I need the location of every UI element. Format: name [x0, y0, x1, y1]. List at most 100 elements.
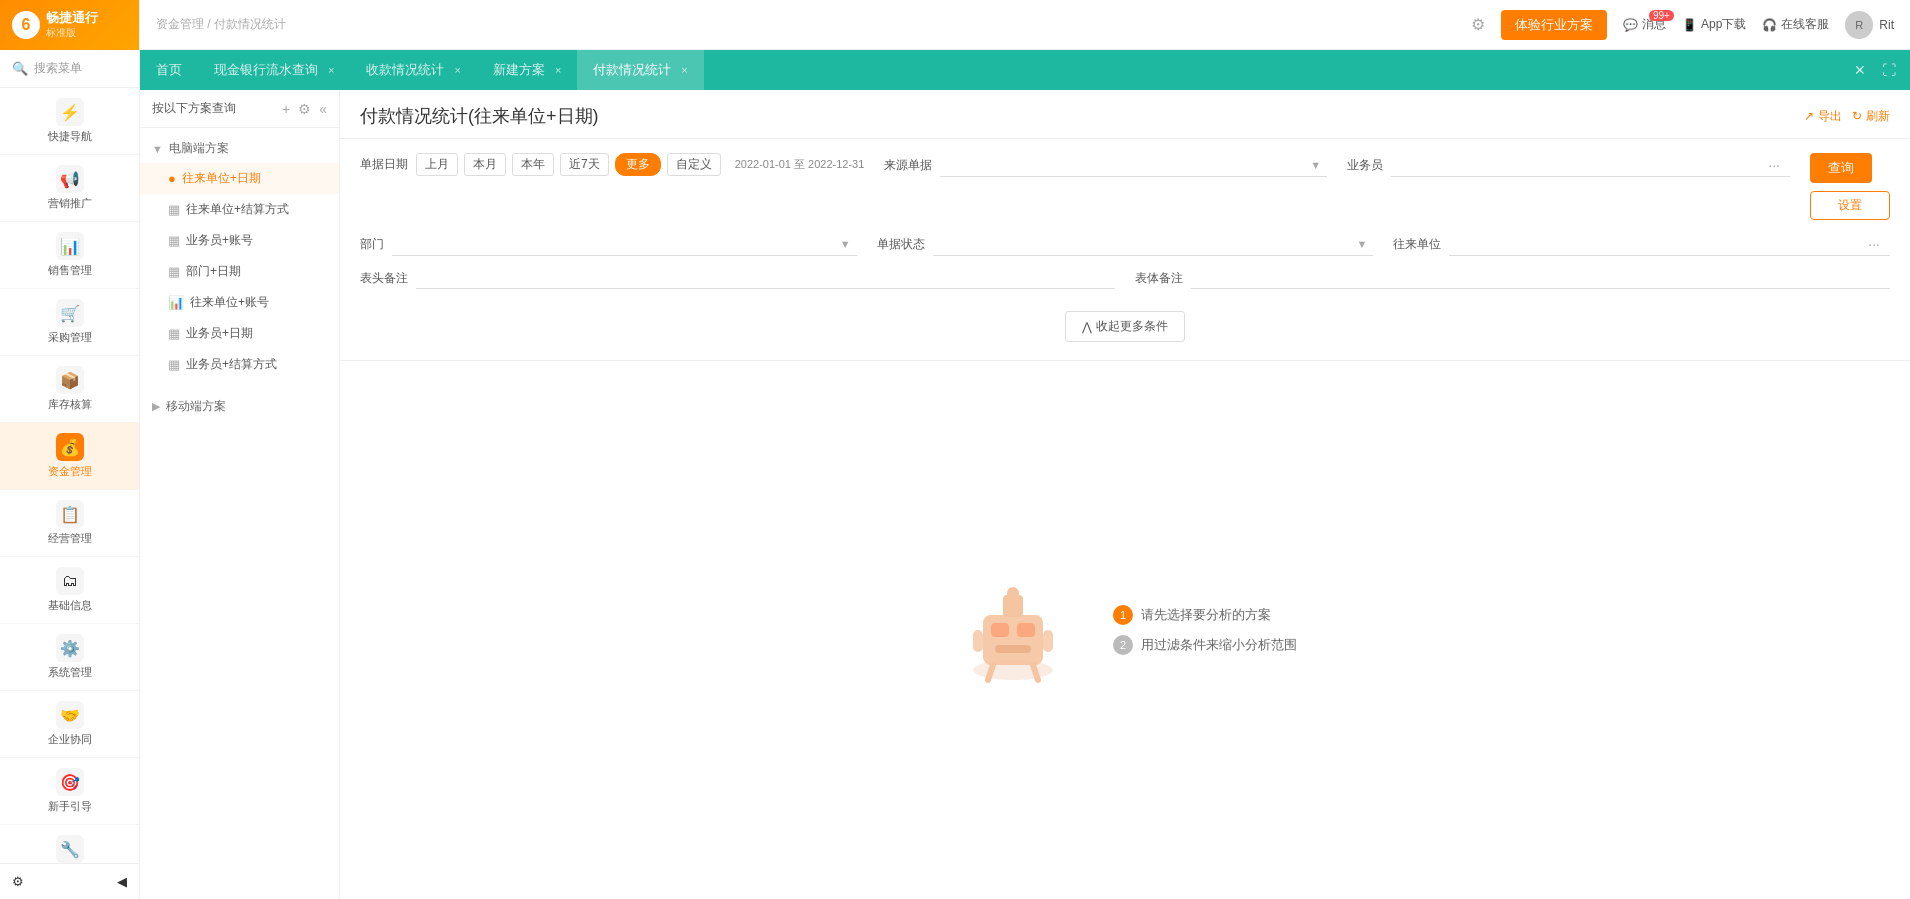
- app-label: App下载: [1701, 16, 1746, 33]
- settings-button[interactable]: 设置: [1810, 191, 1890, 220]
- logo-name: 畅捷通行: [46, 10, 98, 26]
- scheme-group-header-mobile[interactable]: ▶移动端方案: [140, 392, 339, 421]
- sidebar-bottom: ⚙ ◀: [0, 863, 139, 899]
- sidebar-label-inventory: 库存核算: [48, 397, 92, 412]
- scheme-item-salesman-account[interactable]: ▦业务员+账号: [140, 225, 339, 256]
- salesman-more-icon[interactable]: ···: [1764, 157, 1784, 173]
- tab-close-bank-flow[interactable]: ×: [328, 64, 334, 76]
- sidebar-item-inventory[interactable]: 📦 库存核算: [0, 356, 139, 423]
- tab-close-receipt-stats[interactable]: ×: [454, 64, 460, 76]
- user-area[interactable]: R Rit: [1845, 11, 1894, 39]
- app-download-action[interactable]: 📱 App下载: [1682, 16, 1746, 33]
- scheme-groups: ▼电脑端方案●往来单位+日期▦往来单位+结算方式▦业务员+账号▦部门+日期📊往来…: [140, 128, 339, 427]
- scheme-item-partner-settle[interactable]: ▦往来单位+结算方式: [140, 194, 339, 225]
- sidebar-item-guide[interactable]: 🎯 新手引导: [0, 758, 139, 825]
- tab-close-new-plan[interactable]: ×: [555, 64, 561, 76]
- scheme-item-salesman-date[interactable]: ▦ 业务员+日期: [140, 318, 339, 349]
- tab-new-plan[interactable]: 新建方案 ×: [477, 50, 577, 90]
- collapse-button[interactable]: ⋀ 收起更多条件: [1065, 311, 1185, 342]
- tabbar-close-all-icon[interactable]: ✕: [1848, 60, 1872, 80]
- tab-close-payment-stats[interactable]: ×: [681, 64, 687, 76]
- sidebar-icon-sales: 📊: [56, 232, 84, 260]
- date-btn-last-7[interactable]: 近7天: [560, 153, 609, 176]
- source-arrow-icon: ▼: [1310, 159, 1321, 171]
- status-filter: 单据状态 ▼: [877, 232, 1374, 256]
- topbar-settings-icon[interactable]: ⚙: [1471, 15, 1485, 34]
- sidebar-item-basic[interactable]: 🗂 基础信息: [0, 557, 139, 624]
- header-note-input[interactable]: [416, 268, 1115, 289]
- source-label: 来源单据: [884, 157, 932, 174]
- tab-home[interactable]: 首页: [140, 50, 198, 90]
- sidebar-item-marketing[interactable]: 📢 营销推广: [0, 155, 139, 222]
- sidebar-label-purchase: 采购管理: [48, 330, 92, 345]
- svg-rect-8: [1043, 630, 1053, 652]
- filter-row-3: 表头备注 表体备注: [360, 268, 1890, 289]
- salesman-select[interactable]: ···: [1391, 153, 1790, 177]
- body-note-input[interactable]: [1191, 268, 1890, 289]
- sidebar-item-finance[interactable]: 💰 资金管理: [0, 423, 139, 490]
- group-arrow-mobile: ▶: [152, 400, 160, 413]
- message-action[interactable]: 💬 消息 99+: [1623, 16, 1666, 33]
- scheme-icon-salesman-date: ▦: [168, 326, 180, 341]
- export-button[interactable]: ↗ 导出: [1804, 108, 1842, 125]
- sidebar-settings-icon[interactable]: ⚙: [12, 874, 24, 889]
- service-action[interactable]: 🎧 在线客服: [1762, 16, 1829, 33]
- scheme-add-icon[interactable]: +: [282, 101, 290, 117]
- tabbar-expand-icon[interactable]: ⛶: [1876, 60, 1902, 80]
- sidebar-item-operations[interactable]: 📋 经营管理: [0, 490, 139, 557]
- sidebar-collapse-icon[interactable]: ◀: [117, 874, 127, 889]
- sidebar-item-quick-nav[interactable]: ⚡ 快捷导航: [0, 88, 139, 155]
- sidebar-icon-marketing: 📢: [56, 165, 84, 193]
- tab-payment-stats[interactable]: 付款情况统计×: [577, 50, 703, 90]
- date-btn-this-year[interactable]: 本年: [512, 153, 554, 176]
- scheme-label-dept-date: 部门+日期: [186, 263, 241, 280]
- tab-receipt-stats[interactable]: 收款情况统计×: [350, 50, 476, 90]
- scheme-icon-salesman-account: ▦: [168, 233, 180, 248]
- refresh-button[interactable]: ↻ 刷新: [1852, 108, 1890, 125]
- collapse-bar: ⋀ 收起更多条件: [360, 301, 1890, 346]
- source-select[interactable]: ▼: [940, 153, 1327, 177]
- date-btn-custom[interactable]: 自定义: [667, 153, 721, 176]
- scheme-collapse-icon[interactable]: «: [319, 101, 327, 117]
- logo-sub: 标准版: [46, 26, 98, 40]
- tab-bank-flow[interactable]: 现金银行流水查询×: [198, 50, 350, 90]
- scheme-item-partner-account[interactable]: 📊往来单位+账号: [140, 287, 339, 318]
- service-label: 在线客服: [1781, 16, 1829, 33]
- tab-label-home: 首页: [156, 61, 182, 79]
- dept-select[interactable]: ▼: [392, 232, 857, 256]
- query-button[interactable]: 查询: [1810, 153, 1872, 183]
- filter-actions: 查询 设置: [1810, 153, 1890, 220]
- scheme-icon-partner-account: 📊: [168, 295, 184, 310]
- scheme-settings-icon[interactable]: ⚙: [298, 101, 311, 117]
- scheme-label-partner-date: 往来单位+日期: [182, 170, 261, 187]
- sidebar-item-sales[interactable]: 📊 销售管理: [0, 222, 139, 289]
- status-select[interactable]: ▼: [933, 232, 1374, 256]
- scheme-group-header-pc[interactable]: ▼电脑端方案: [140, 134, 339, 163]
- sidebar-item-enterprise[interactable]: 🤝 企业协同: [0, 691, 139, 758]
- date-btn-last-month[interactable]: 上月: [416, 153, 458, 176]
- salesman-filter: 业务员 ···: [1347, 153, 1790, 177]
- sidebar-label-quick-nav: 快捷导航: [48, 129, 92, 144]
- date-btn-this-month[interactable]: 本月: [464, 153, 506, 176]
- svg-rect-1: [983, 615, 1043, 665]
- tab-label-new-plan: 新建方案: [493, 61, 545, 79]
- logo-text-block: 畅捷通行 标准版: [46, 10, 98, 40]
- sidebar-icon-guide: 🎯: [56, 768, 84, 796]
- sidebar-item-hardware[interactable]: 🔧 智能硬件: [0, 825, 139, 863]
- sidebar-item-system[interactable]: ⚙️ 系统管理: [0, 624, 139, 691]
- search-menu[interactable]: 🔍 搜索菜单: [0, 50, 139, 88]
- scheme-item-salesman-settle[interactable]: ▦业务员+结算方式: [140, 349, 339, 380]
- scheme-item-partner-date[interactable]: ●往来单位+日期: [140, 163, 339, 194]
- sidebar-icon-enterprise: 🤝: [56, 701, 84, 729]
- date-btn-more[interactable]: 更多: [615, 153, 661, 176]
- sidebar-item-purchase[interactable]: 🛒 采购管理: [0, 289, 139, 356]
- partner-select[interactable]: ···: [1449, 232, 1890, 256]
- scheme-panel-header: 按以下方案查询 + ⚙ «: [140, 90, 339, 128]
- scheme-item-dept-date[interactable]: ▦部门+日期: [140, 256, 339, 287]
- collapse-icon: ⋀: [1082, 320, 1092, 334]
- partner-select-text: [1455, 235, 1860, 252]
- partner-more-icon[interactable]: ···: [1864, 236, 1884, 252]
- step2-num: 2: [1113, 635, 1133, 655]
- scheme-label-salesman-date: 业务员+日期: [186, 325, 253, 342]
- trial-button[interactable]: 体验行业方案: [1501, 10, 1607, 40]
